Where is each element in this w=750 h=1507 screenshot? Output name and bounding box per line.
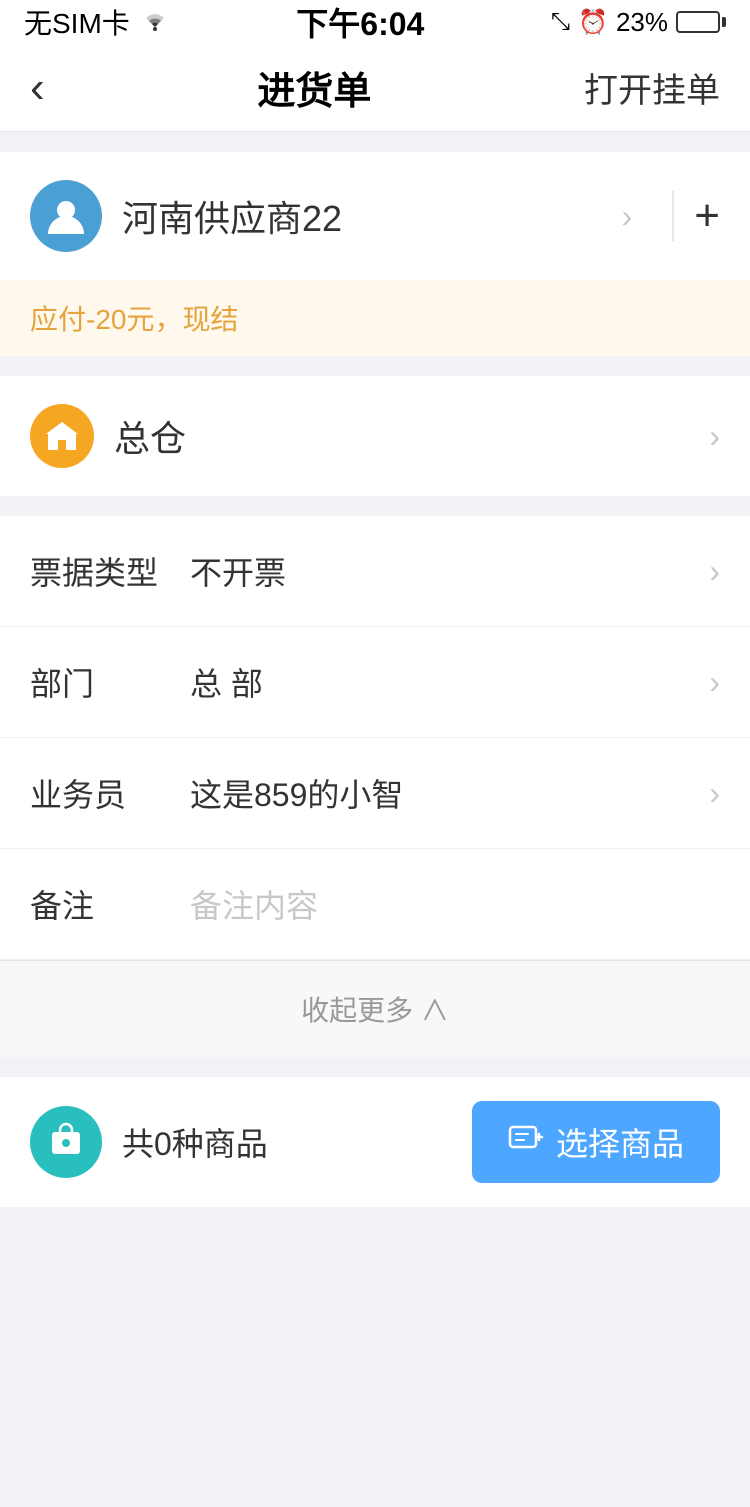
footer-row: 共0种商品 选择商品 <box>0 1077 750 1207</box>
section-divider-1 <box>0 132 750 152</box>
alarm-icon: ⏰ <box>578 8 608 37</box>
warehouse-icon <box>30 404 94 468</box>
section-divider-3 <box>0 496 750 516</box>
status-time: 下午6:04 <box>296 0 424 45</box>
supplier-divider <box>672 191 674 241</box>
location-icon: ⤡ <box>551 8 570 36</box>
salesperson-chevron-icon: › <box>709 775 720 812</box>
notice-bar: 应付-20元，现结 <box>0 280 750 356</box>
department-row[interactable]: 部门 总 部 › <box>0 627 750 738</box>
collapse-row[interactable]: 收起更多 ∧ <box>0 960 750 1057</box>
back-button[interactable]: ‹ <box>30 66 45 110</box>
product-icon <box>30 1106 102 1178</box>
open-pending-button[interactable]: 打开挂单 <box>584 63 720 112</box>
remark-label: 备注 <box>30 881 190 927</box>
supplier-name: 河南供应商22 <box>122 190 622 242</box>
select-product-label: 选择商品 <box>556 1119 684 1165</box>
warehouse-name: 总仓 <box>114 410 709 462</box>
invoice-type-row[interactable]: 票据类型 不开票 › <box>0 516 750 627</box>
salesperson-label: 业务员 <box>30 770 190 816</box>
department-value: 总 部 <box>190 659 709 705</box>
select-product-button[interactable]: 选择商品 <box>472 1101 720 1183</box>
battery-percent: 23% <box>616 7 668 38</box>
notice-text: 应付-20元，现结 <box>30 304 238 335</box>
section-divider-2 <box>0 356 750 376</box>
add-button[interactable]: + <box>694 194 720 238</box>
select-product-icon <box>508 1123 544 1162</box>
salesperson-value: 这是859的小智 <box>190 770 709 816</box>
carrier-text: 无SIM卡 <box>24 2 130 42</box>
battery-icon <box>676 11 726 33</box>
remark-placeholder: 备注内容 <box>190 881 720 927</box>
department-label: 部门 <box>30 659 190 705</box>
supplier-chevron-icon: › <box>622 198 633 235</box>
supplier-row[interactable]: 河南供应商22 › + <box>0 152 750 280</box>
collapse-text: 收起更多 ∧ <box>301 989 449 1029</box>
invoice-type-label: 票据类型 <box>30 548 190 594</box>
product-count: 共0种商品 <box>122 1119 472 1165</box>
status-bar: 无SIM卡 下午6:04 ⤡ ⏰ 23% <box>0 0 750 44</box>
invoice-type-chevron-icon: › <box>709 553 720 590</box>
supplier-avatar <box>30 180 102 252</box>
nav-bar: ‹ 进货单 打开挂单 <box>0 44 750 132</box>
form-section: 票据类型 不开票 › 部门 总 部 › 业务员 这是859的小智 › 备注 备注… <box>0 516 750 1057</box>
warehouse-row[interactable]: 总仓 › <box>0 376 750 496</box>
status-carrier: 无SIM卡 <box>24 2 170 42</box>
bottom-area <box>0 1207 750 1507</box>
department-chevron-icon: › <box>709 664 720 701</box>
page-title: 进货单 <box>257 60 371 115</box>
warehouse-section: 总仓 › <box>0 376 750 496</box>
invoice-type-value: 不开票 <box>190 548 709 594</box>
wifi-icon <box>140 6 170 38</box>
status-indicators: ⤡ ⏰ 23% <box>551 7 726 38</box>
warehouse-chevron-icon: › <box>709 418 720 455</box>
salesperson-row[interactable]: 业务员 这是859的小智 › <box>0 738 750 849</box>
remark-row[interactable]: 备注 备注内容 <box>0 849 750 960</box>
supplier-section: 河南供应商22 › + 应付-20元，现结 <box>0 152 750 356</box>
